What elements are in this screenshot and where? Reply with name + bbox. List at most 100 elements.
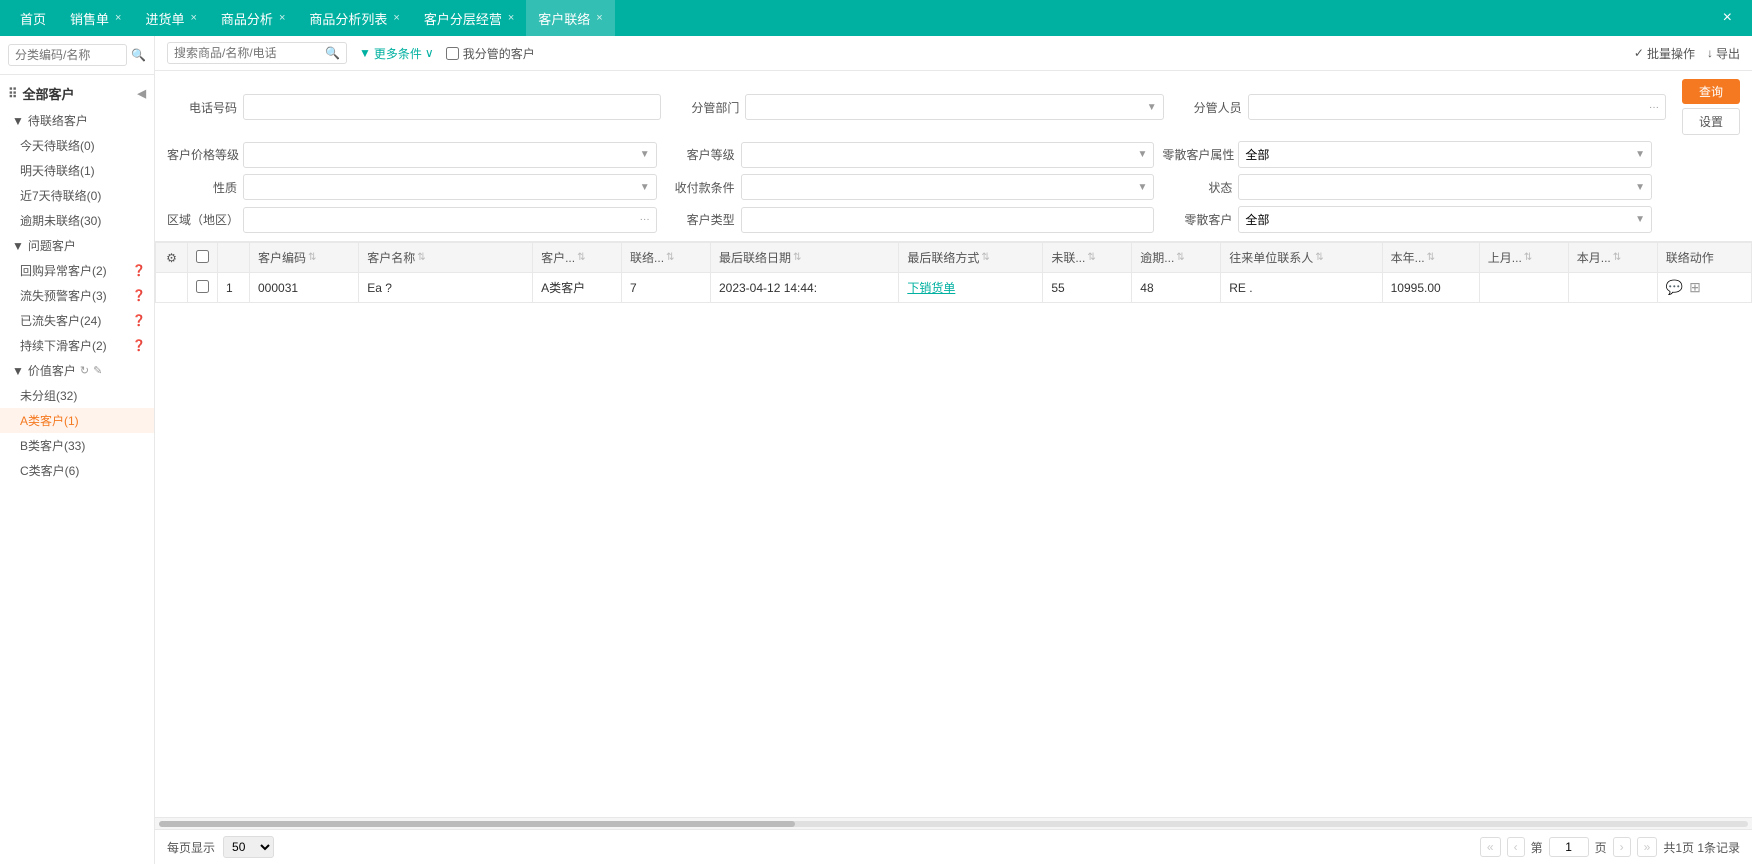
edit-icon[interactable]: ✎ [93, 364, 102, 377]
nav-item-2[interactable]: 进货单× [133, 0, 208, 36]
per-page-label: 每页显示 [167, 839, 215, 856]
th-unit-contact[interactable]: 往来单位联系人⇅ [1221, 243, 1382, 273]
th-last-way[interactable]: 最后联络方式⇅ [899, 243, 1043, 273]
select-all-checkbox[interactable] [196, 250, 209, 263]
per-page-select[interactable]: 50 100 200 [223, 836, 274, 858]
nav-close-1[interactable]: × [115, 12, 121, 24]
payment-input[interactable]: ▼ [741, 174, 1155, 200]
nav-close-6[interactable]: × [596, 12, 602, 24]
export-btn[interactable]: ↓ 导出 [1707, 45, 1740, 62]
retail-customer-field: 零散客户 全部 ▼ [1162, 206, 1652, 233]
nature-input[interactable]: ▼ [243, 174, 657, 200]
prev-page-btn[interactable]: ‹ [1507, 837, 1525, 857]
my-customers-checkbox-area[interactable]: 我分管的客户 [446, 45, 535, 62]
batch-icon: ✓ [1634, 46, 1644, 60]
th-this-year[interactable]: 本年...⇅ [1382, 243, 1479, 273]
nav-close-2[interactable]: × [190, 12, 196, 24]
last-page-btn[interactable]: » [1637, 837, 1658, 857]
sidebar-item-today[interactable]: 今天待联络(0) [0, 133, 154, 158]
sidebar-item-tomorrow[interactable]: 明天待联络(1) [0, 158, 154, 183]
nature-label: 性质 [167, 179, 237, 196]
main-search-input[interactable] [174, 46, 325, 60]
chat-icon[interactable]: 💬 [1666, 279, 1683, 296]
my-customers-checkbox[interactable] [446, 47, 459, 60]
top-navigation: 首页销售单×进货单×商品分析×商品分析列表×客户分层经营×客户联络× × [0, 0, 1752, 36]
nav-item-1[interactable]: 销售单× [58, 0, 133, 36]
th-this-month[interactable]: 本月...⇅ [1568, 243, 1657, 273]
value-customers-group: ▼ 价值客户 ↻ ✎ [0, 358, 154, 383]
query-button[interactable]: 查询 [1682, 79, 1740, 104]
customer-level-input[interactable]: ▼ [741, 142, 1155, 168]
person-more-icon: ··· [1649, 102, 1659, 113]
sidebar-item-churn-warning[interactable]: 流失预警客户(3) ❓ [0, 283, 154, 308]
grid-icon[interactable]: ⊞ [1689, 279, 1701, 296]
arrow-down-icon3: ▼ [12, 364, 24, 378]
th-name[interactable]: 客户名称⇅ [359, 243, 533, 273]
row-checkbox[interactable] [196, 280, 209, 293]
th-overdue[interactable]: 逾期...⇅ [1132, 243, 1221, 273]
status-input[interactable]: ▼ [1238, 174, 1652, 200]
sidebar-item-unclassified[interactable]: 未分组(32) [0, 383, 154, 408]
problem-customers-group[interactable]: ▼ 问题客户 [0, 233, 154, 258]
sidebar-item-a-class[interactable]: A类客户(1) [0, 408, 154, 433]
sidebar-item-churned[interactable]: 已流失客户(24) ❓ [0, 308, 154, 333]
nav-close-5[interactable]: × [508, 12, 514, 24]
th-type[interactable]: 客户...⇅ [533, 243, 622, 273]
person-input[interactable]: ··· [1248, 94, 1666, 120]
retail-prop-input[interactable]: 全部 ▼ [1238, 141, 1652, 168]
th-checkbox[interactable] [188, 243, 218, 273]
pending-contact-group[interactable]: ▼ 待联络客户 [0, 108, 154, 133]
sidebar-search-icon[interactable]: 🔍 [131, 48, 146, 62]
sort-icon-last-way: ⇅ [981, 252, 989, 263]
window-close-btn[interactable]: × [1711, 9, 1744, 27]
th-last-date[interactable]: 最后联络日期⇅ [710, 243, 898, 273]
retail-customer-input[interactable]: 全部 ▼ [1238, 206, 1652, 233]
customer-type-input[interactable] [741, 207, 1155, 233]
last-contact-way-link[interactable]: 下销货单 [907, 281, 955, 295]
main-search-icon[interactable]: 🔍 [325, 46, 340, 60]
refresh-icon[interactable]: ↻ [80, 364, 89, 377]
sidebar-item-7days[interactable]: 近7天待联络(0) [0, 183, 154, 208]
page-input[interactable] [1549, 837, 1589, 857]
nav-item-5[interactable]: 客户分层经营× [412, 0, 526, 36]
horizontal-scrollbar[interactable] [155, 817, 1752, 829]
retail-prop-value: 全部 [1245, 146, 1269, 163]
help-icon-1[interactable]: ❓ [132, 289, 146, 302]
th-last-month[interactable]: 上月...⇅ [1479, 243, 1568, 273]
th-settings[interactable]: ⚙ [156, 243, 188, 273]
th-no-contact[interactable]: 未联...⇅ [1043, 243, 1132, 273]
next-page-btn[interactable]: › [1613, 837, 1631, 857]
help-icon-2[interactable]: ❓ [132, 314, 146, 327]
arrow-down-icon2: ▼ [12, 239, 24, 253]
collapse-icon: ◀ [138, 87, 146, 100]
batch-op-btn[interactable]: ✓ 批量操作 [1634, 45, 1695, 62]
settings-button[interactable]: 设置 [1682, 108, 1740, 135]
dept-dropdown-arrow: ▼ [1147, 102, 1157, 113]
sidebar-item-repurchase-abnormal[interactable]: 回购异常客户(2) ❓ [0, 258, 154, 283]
nav-close-4[interactable]: × [393, 12, 399, 24]
phone-input[interactable] [243, 94, 661, 120]
sidebar-item-b-class[interactable]: B类客户(33) [0, 433, 154, 458]
first-page-btn[interactable]: « [1480, 837, 1501, 857]
nav-close-3[interactable]: × [279, 12, 285, 24]
nature-field: 性质 ▼ [167, 174, 657, 200]
sidebar-search-input[interactable] [8, 44, 127, 66]
nav-item-3[interactable]: 商品分析× [209, 0, 297, 36]
nav-item-6[interactable]: 客户联络× [526, 0, 614, 36]
dept-input[interactable]: ▼ [745, 94, 1163, 120]
price-level-input[interactable]: ▼ [243, 142, 657, 168]
region-input[interactable]: ··· [243, 207, 657, 233]
sidebar-item-overdue[interactable]: 逾期未联络(30) [0, 208, 154, 233]
help-icon-3[interactable]: ❓ [132, 339, 146, 352]
sidebar-item-c-class[interactable]: C类客户(6) [0, 458, 154, 483]
scroll-thumb [159, 821, 795, 827]
nav-item-0[interactable]: 首页 [8, 0, 58, 36]
th-code[interactable]: 客户编码⇅ [250, 243, 359, 273]
help-icon-0[interactable]: ❓ [132, 264, 146, 277]
all-customers-header[interactable]: ⠿ 全部客户 ◀ [0, 79, 154, 108]
c-class-label: C类客户(6) [20, 462, 79, 479]
sidebar-item-declining[interactable]: 持续下滑客户(2) ❓ [0, 333, 154, 358]
nav-item-4[interactable]: 商品分析列表× [297, 0, 411, 36]
more-conditions-btn[interactable]: ▼ 更多条件 ∨ [359, 45, 434, 62]
th-contact[interactable]: 联络...⇅ [622, 243, 711, 273]
